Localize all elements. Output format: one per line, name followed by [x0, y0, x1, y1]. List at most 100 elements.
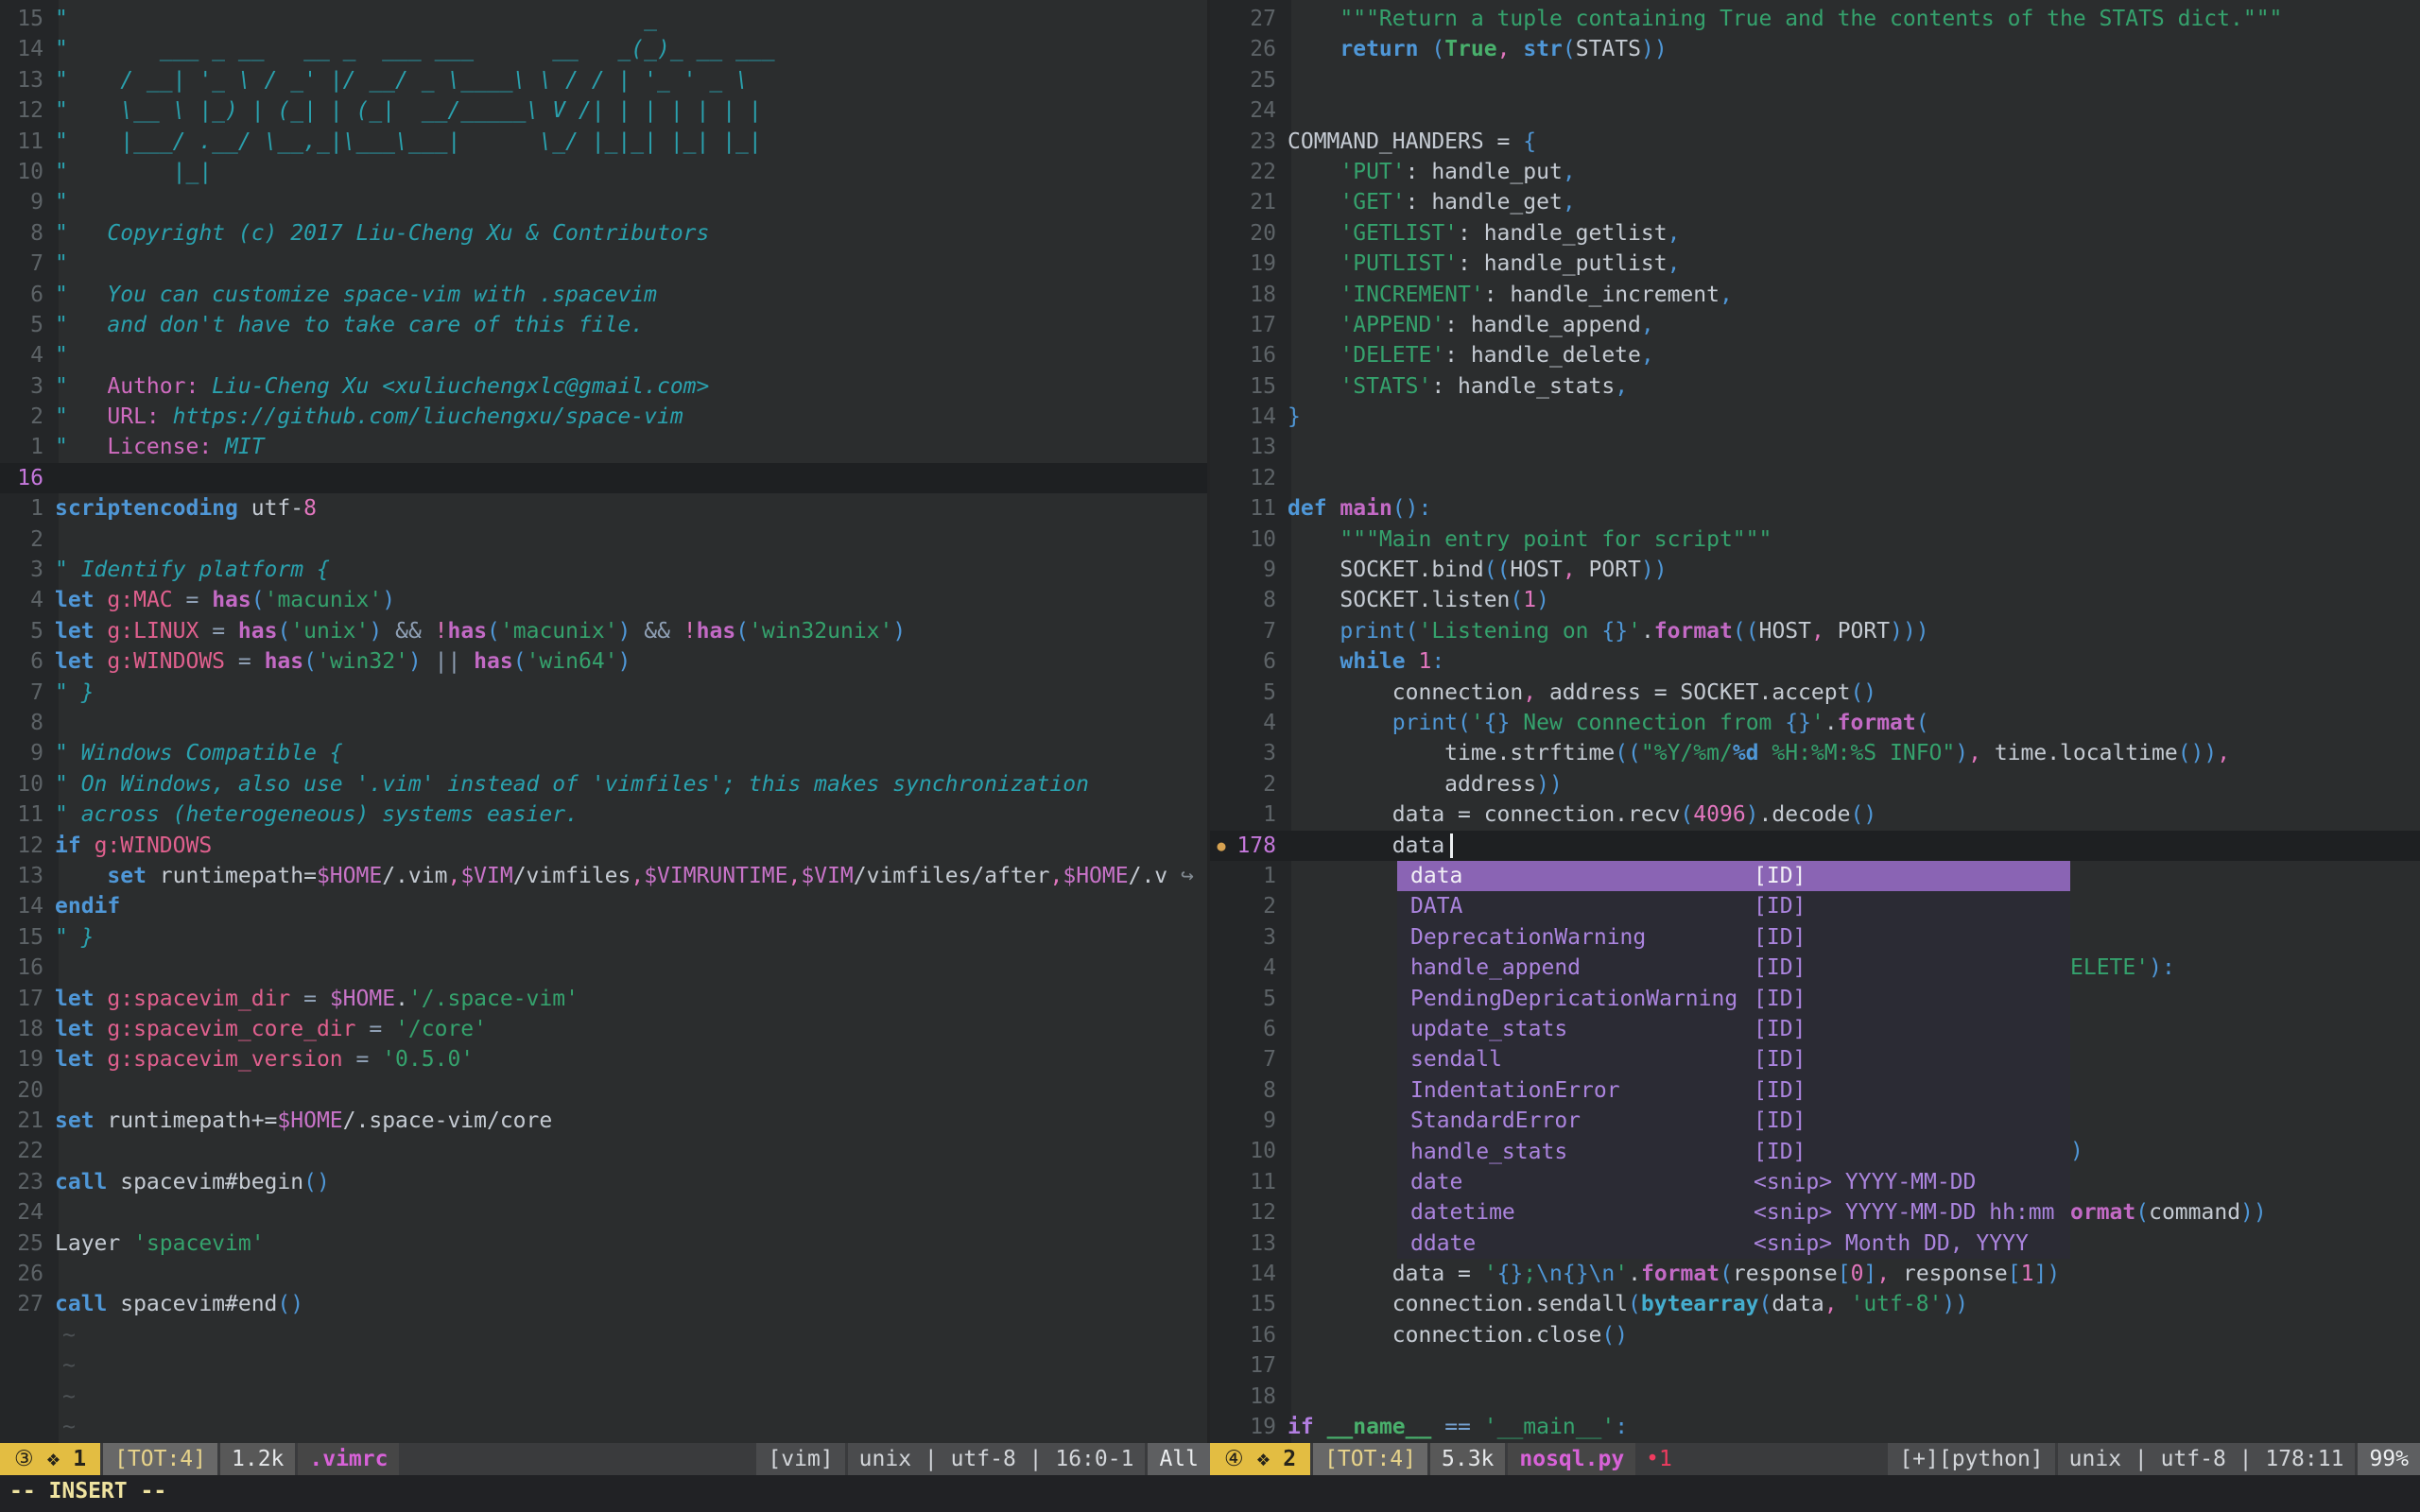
code-line[interactable]: 1 " License: MIT — [0, 432, 1207, 462]
code-line[interactable]: 25 — [1210, 65, 2420, 95]
code-line[interactable]: 27 """Return a tuple containing True and… — [1210, 4, 2420, 34]
code-line[interactable]: 19 if __name__ == '__main__': — [1210, 1412, 2420, 1442]
code-line[interactable]: 17 — [1210, 1350, 2420, 1381]
code-line[interactable]: 19 let g:spacevim_version = '0.5.0' — [0, 1044, 1207, 1074]
completion-item[interactable]: sendall [ID] — [1397, 1044, 2070, 1074]
code-line[interactable]: 24 — [1210, 95, 2420, 126]
empty-line-tilde[interactable]: ~ — [0, 1320, 1207, 1350]
code-line[interactable]: 6 while 1: — [1210, 646, 2420, 677]
code-line[interactable]: 14 data = '{};\n{}\n'.format(response[0]… — [1210, 1259, 2420, 1289]
code-line[interactable]: 18 — [1210, 1382, 2420, 1412]
code-line[interactable]: 6 let g:WINDOWS = has('win32') || has('wi… — [0, 646, 1207, 677]
completion-item[interactable]: DATA [ID] — [1397, 891, 2070, 921]
code-line[interactable]: 10 """Main entry point for script""" — [1210, 524, 2420, 555]
code-line[interactable]: 21 'GET': handle_get, — [1210, 187, 2420, 217]
code-line[interactable]: 13 — [1210, 432, 2420, 462]
code-line[interactable]: 12 if g:WINDOWS — [0, 831, 1207, 861]
code-line[interactable]: 20 'GETLIST': handle_getlist, — [1210, 218, 2420, 249]
empty-line-tilde[interactable]: ~ — [0, 1382, 1207, 1412]
code-line[interactable]: 1 data = connection.recv(4096).decode() — [1210, 799, 2420, 830]
code-line[interactable]: 24 — [0, 1197, 1207, 1228]
code-line[interactable]: 17 let g:spacevim_dir = $HOME.'/.space-vi… — [0, 984, 1207, 1014]
editor-pane-vimrc[interactable]: 15 " _ 14 " ___ _ __ __ _ ___ ___ __ _(_)_ … — [0, 0, 1207, 1443]
code-line[interactable]: 14 endif — [0, 891, 1207, 921]
code-line[interactable]: 6 " You can customize space-vim with .spa… — [0, 280, 1207, 310]
completion-item[interactable]: IndentationError [ID] — [1397, 1075, 2070, 1106]
completion-item[interactable]: StandardError [ID] — [1397, 1106, 2070, 1136]
code-line[interactable]: 11 def main(): — [1210, 493, 2420, 524]
code-line[interactable]: 16 connection.close() — [1210, 1320, 2420, 1350]
command-line[interactable]: -- INSERT -- — [0, 1475, 2420, 1512]
code-line[interactable]: 12 — [1210, 463, 2420, 493]
code-line[interactable]: 23 COMMAND_HANDERS = { — [1210, 127, 2420, 157]
completion-item[interactable]: DeprecationWarning [ID] — [1397, 922, 2070, 953]
completion-item[interactable]: data [ID] — [1397, 861, 2070, 892]
code-line[interactable]: 1 scriptencoding utf-8 — [0, 493, 1207, 524]
code-line[interactable]: 4 let g:MAC = has('macunix') — [0, 585, 1207, 615]
code-line[interactable]: 26 — [0, 1259, 1207, 1289]
code-line[interactable]: 27 call spacevim#end() — [0, 1289, 1207, 1319]
code-line[interactable]: 9 " — [0, 187, 1207, 217]
code-line[interactable]: 9 SOCKET.bind((HOST, PORT)) — [1210, 555, 2420, 585]
code-line[interactable]: 10 " |_| — [0, 157, 1207, 187]
code-line[interactable]: 15 connection.sendall(bytearray(data, 'u… — [1210, 1289, 2420, 1319]
code-line[interactable]: 7 print('Listening on {}'.format((HOST, … — [1210, 616, 2420, 646]
code-line[interactable]: 15 " _ — [0, 4, 1207, 34]
code-line[interactable]: 4 print('{} New connection from {}'.form… — [1210, 708, 2420, 738]
code-line[interactable]: 2 — [0, 524, 1207, 555]
code-line[interactable]: 18 let g:spacevim_core_dir = '/core' — [0, 1014, 1207, 1044]
editor-pane-nosql-py[interactable]: 27 """Return a tuple containing True and… — [1210, 0, 2420, 1443]
code-line[interactable]: 3 " Author: Liu-Cheng Xu <xuliuchengxlc@g… — [0, 371, 1207, 402]
code-line[interactable]: ● 178 data — [1210, 830, 2420, 861]
code-line[interactable]: 16 — [0, 953, 1207, 983]
code-line[interactable]: 2 address)) — [1210, 769, 2420, 799]
code-line[interactable]: 22 — [0, 1136, 1207, 1166]
code-line[interactable]: 11 " |___/ .__/ \__,_|\___\___| \_/ |_|_|… — [0, 127, 1207, 157]
code-line[interactable]: 16 'DELETE': handle_delete, — [1210, 340, 2420, 370]
completion-item[interactable]: datetime <snip> YYYY-MM-DD hh:mm — [1397, 1197, 2070, 1228]
code-line[interactable]: 14} — [1210, 402, 2420, 432]
empty-line-tilde[interactable]: ~ — [0, 1412, 1207, 1442]
code-line[interactable]: 13 " / __| '_ \ / _' |/ __/ _ \____\ \ / … — [0, 65, 1207, 95]
code-line[interactable]: 15 'STATS': handle_stats, — [1210, 371, 2420, 402]
code-line[interactable]: 20 — [0, 1075, 1207, 1106]
code-line[interactable]: 3 time.strftime(("%Y/%m/%d %H:%M:%S INFO… — [1210, 738, 2420, 768]
code-line[interactable]: 12 " \__ \ |_) | (_| | (_| __/_____\ V /|… — [0, 95, 1207, 126]
code-line[interactable]: 16 — [0, 462, 1207, 494]
code-line[interactable]: 7 " — [0, 249, 1207, 279]
completion-item[interactable]: date <snip> YYYY-MM-DD — [1397, 1167, 2070, 1197]
code-line[interactable]: 21 set runtimepath+=$HOME/.space-vim/core — [0, 1106, 1207, 1136]
code-line[interactable]: 13 set runtimepath=$HOME/.vim,$VIM/vimfi… — [0, 861, 1207, 891]
code-line[interactable]: 18 'INCREMENT': handle_increment, — [1210, 280, 2420, 310]
code-line[interactable]: 4 " — [0, 340, 1207, 370]
code-text: 'PUT': handle_put, — [1340, 159, 1576, 184]
completion-item[interactable]: PendingDepricationWarning [ID] — [1397, 984, 2070, 1014]
code-line[interactable]: 14 " ___ _ __ __ _ ___ ___ __ _(_)_ __ __… — [0, 34, 1207, 64]
sign-column — [1210, 585, 1233, 615]
code-line[interactable]: 8 SOCKET.listen(1) — [1210, 585, 2420, 615]
completion-item[interactable]: update_stats [ID] — [1397, 1014, 2070, 1044]
code-line[interactable]: 23 call spacevim#begin() — [0, 1167, 1207, 1197]
code-line[interactable]: 3 " Identify platform { — [0, 555, 1207, 585]
code-line[interactable]: 26 return (True, str(STATS)) — [1210, 34, 2420, 64]
code-line[interactable]: 5 let g:LINUX = has('unix') && !has('macu… — [0, 616, 1207, 646]
code-line[interactable]: 25 Layer 'spacevim' — [0, 1228, 1207, 1259]
code-line[interactable]: 22 'PUT': handle_put, — [1210, 157, 2420, 187]
completion-item[interactable]: ddate <snip> Month DD, YYYY — [1397, 1228, 2070, 1259]
code-line[interactable]: 11 " across (heterogeneous) systems easie… — [0, 799, 1207, 830]
code-line[interactable]: 8 — [0, 708, 1207, 738]
code-line[interactable]: 19 'PUTLIST': handle_putlist, — [1210, 249, 2420, 279]
code-line[interactable]: 17 'APPEND': handle_append, — [1210, 310, 2420, 340]
completion-item[interactable]: handle_stats [ID] — [1397, 1137, 2070, 1167]
completion-item[interactable]: handle_append [ID] — [1397, 953, 2070, 983]
code-line[interactable]: 7 " } — [0, 678, 1207, 708]
code-line[interactable]: 5 " and don't have to take care of this f… — [0, 310, 1207, 340]
code-text: connection.sendall(bytearray(data, 'utf-… — [1288, 1292, 1969, 1317]
code-line[interactable]: 2 " URL: https://github.com/liuchengxu/sp… — [0, 402, 1207, 432]
code-line[interactable]: 8 " Copyright (c) 2017 Liu-Cheng Xu & Con… — [0, 218, 1207, 249]
empty-line-tilde[interactable]: ~ — [0, 1350, 1207, 1381]
code-line[interactable]: 10 " On Windows, also use '.vim' instead … — [0, 769, 1207, 799]
code-line[interactable]: 15 " } — [0, 922, 1207, 953]
code-line[interactable]: 9 " Windows Compatible { — [0, 738, 1207, 768]
code-line[interactable]: 5 connection, address = SOCKET.accept() — [1210, 678, 2420, 708]
